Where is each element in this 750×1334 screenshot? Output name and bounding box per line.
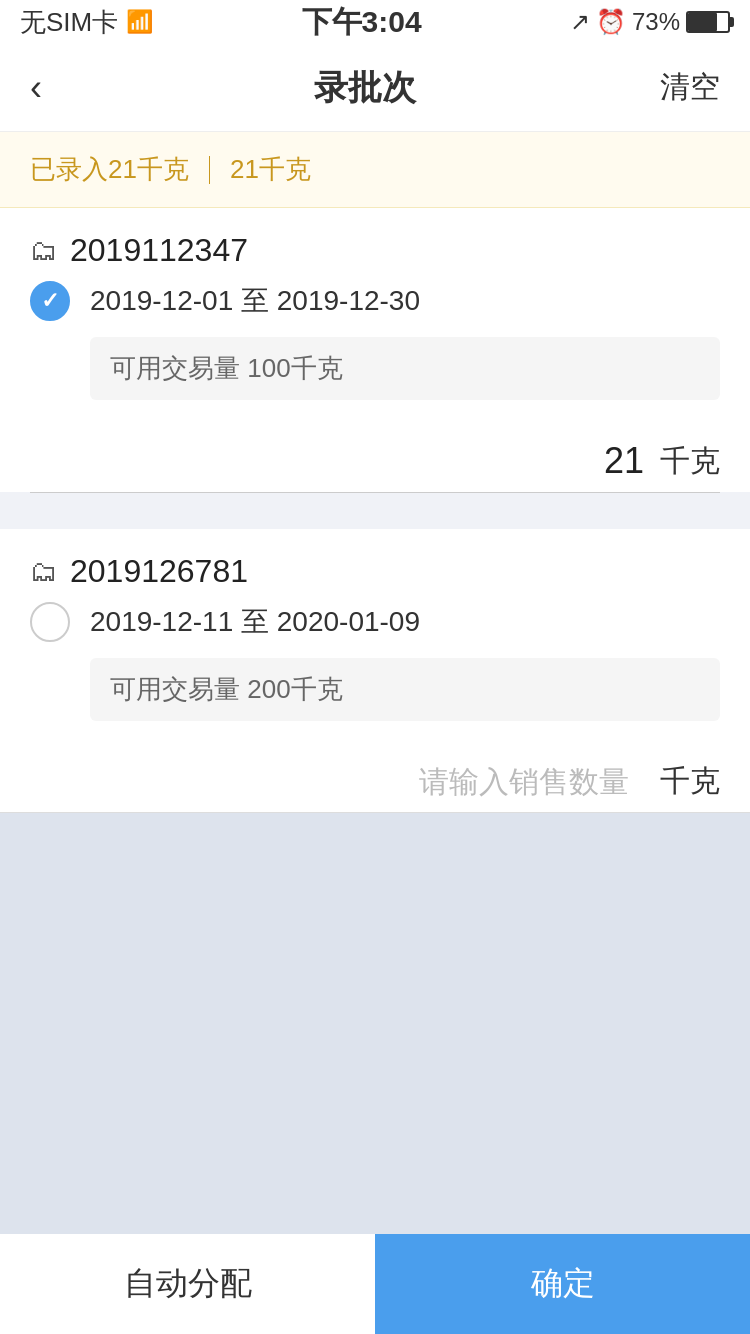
batch-date-1: 2019-12-01 至 2019-12-30: [90, 282, 420, 320]
status-bar: 无SIM卡 📶 下午3:04 ↗ ⏰ 73%: [0, 0, 750, 44]
back-button[interactable]: ‹: [30, 67, 90, 109]
summary-value: 21千克: [230, 152, 311, 187]
battery-icon: [686, 11, 730, 33]
alarm-icon: ⏰: [596, 8, 626, 36]
wifi-icon: 📶: [126, 9, 153, 35]
quantity-row-1: 21 千克: [0, 420, 750, 492]
status-right: ↗ ⏰ 73%: [570, 8, 730, 36]
nav-bar: ‹ 录批次 清空: [0, 44, 750, 132]
empty-area: [0, 813, 750, 1234]
status-time: 下午3:04: [302, 2, 422, 43]
section-divider: [0, 513, 750, 529]
batch-date-row-2: 2019-12-11 至 2020-01-09: [30, 602, 720, 642]
status-left: 无SIM卡 📶: [20, 5, 153, 40]
batch-availability-2: 可用交易量 200千克: [90, 658, 720, 721]
batch-item-2: 🗂 2019126781 2019-12-11 至 2020-01-09 可用交…: [0, 529, 750, 741]
summary-banner: 已录入21千克 21千克: [0, 132, 750, 208]
battery-percent: 73%: [632, 8, 680, 36]
summary-divider: [209, 156, 210, 184]
quantity-unit-2: 千克: [660, 761, 720, 802]
batch-availability-1: 可用交易量 100千克: [90, 337, 720, 400]
bottom-bar: 自动分配 确定: [0, 1234, 750, 1334]
batch-date-row-1: 2019-12-01 至 2019-12-30: [30, 281, 720, 321]
batch-id-2: 2019126781: [70, 553, 248, 590]
location-icon: ↗: [570, 8, 590, 36]
summary-prefix: 已录入21千克: [30, 152, 189, 187]
quantity-unit-1: 千克: [660, 441, 720, 482]
quantity-input-2[interactable]: [344, 765, 644, 799]
content-area: 已录入21千克 21千克 🗂 2019112347 2019-12-01 至 2…: [0, 132, 750, 1234]
input-row-2: 千克: [0, 741, 750, 813]
batch-date-2: 2019-12-11 至 2020-01-09: [90, 603, 420, 641]
batch-item-1: 🗂 2019112347 2019-12-01 至 2019-12-30 可用交…: [0, 208, 750, 420]
line-separator-1: [30, 492, 720, 493]
clear-button[interactable]: 清空: [640, 67, 720, 108]
quantity-value-1: 21: [604, 440, 644, 482]
batch-radio-1[interactable]: [30, 281, 70, 321]
batch-id-icon-1: 🗂: [30, 234, 58, 267]
batch-radio-2[interactable]: [30, 602, 70, 642]
auto-distribute-button[interactable]: 自动分配: [0, 1234, 375, 1334]
batch-header-1: 🗂 2019112347: [30, 232, 720, 269]
carrier-label: 无SIM卡: [20, 5, 118, 40]
batch-id-icon-2: 🗂: [30, 555, 58, 588]
page-title: 录批次: [90, 65, 640, 111]
batch-header-2: 🗂 2019126781: [30, 553, 720, 590]
confirm-button[interactable]: 确定: [375, 1234, 750, 1334]
batch-id-1: 2019112347: [70, 232, 248, 269]
